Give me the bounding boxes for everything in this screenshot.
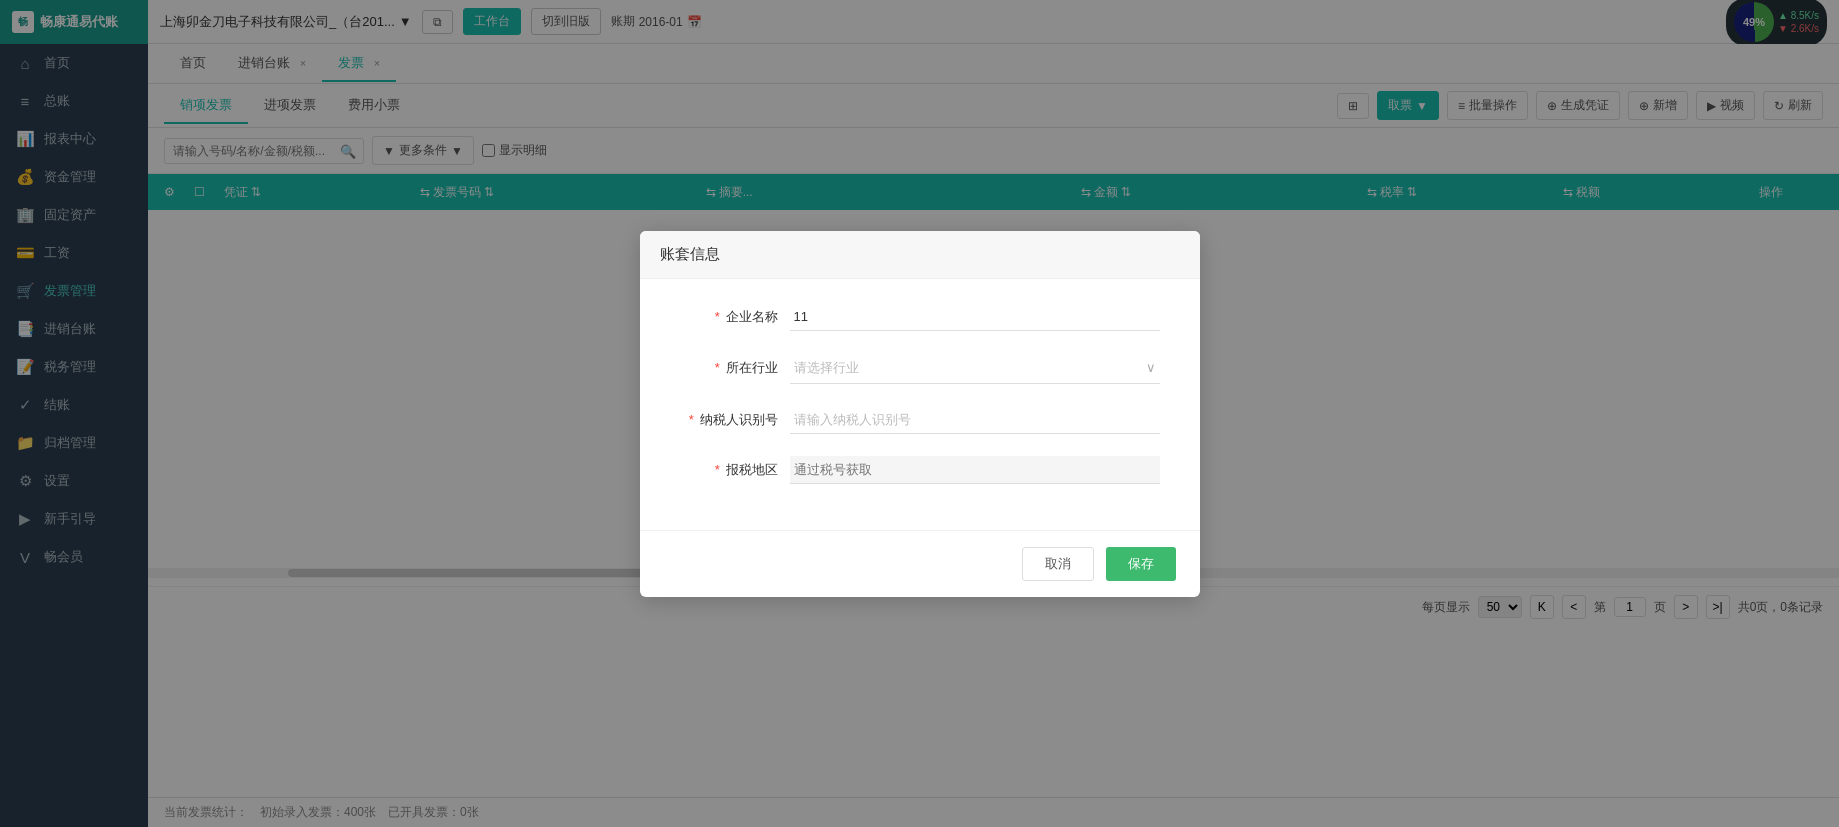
dialog: 账套信息 * 企业名称 * 所在行业 请选择行业 ∨ <box>640 231 1200 597</box>
tax-region-input <box>790 456 1160 484</box>
modal-overlay[interactable]: 账套信息 * 企业名称 * 所在行业 请选择行业 ∨ <box>0 0 1839 827</box>
industry-placeholder: 请选择行业 <box>794 359 1146 377</box>
dialog-footer: 取消 保存 <box>640 530 1200 597</box>
dialog-body: * 企业名称 * 所在行业 请选择行业 ∨ * <box>640 279 1200 530</box>
company-name-label: * 企业名称 <box>680 308 790 326</box>
dialog-title: 账套信息 <box>660 245 720 262</box>
industry-arrow-icon: ∨ <box>1146 360 1156 375</box>
taxid-label: * 纳税人识别号 <box>680 411 790 429</box>
save-button[interactable]: 保存 <box>1106 547 1176 581</box>
company-name-input[interactable] <box>790 303 1160 331</box>
form-row-company: * 企业名称 <box>680 303 1160 331</box>
dialog-header: 账套信息 <box>640 231 1200 279</box>
form-row-region: * 报税地区 <box>680 456 1160 484</box>
tax-id-input[interactable] <box>790 406 1160 434</box>
form-row-taxid: * 纳税人识别号 <box>680 406 1160 434</box>
cancel-button[interactable]: 取消 <box>1022 547 1094 581</box>
industry-label: * 所在行业 <box>680 359 790 377</box>
industry-select[interactable]: 请选择行业 ∨ <box>790 353 1160 384</box>
region-label: * 报税地区 <box>680 461 790 479</box>
form-row-industry: * 所在行业 请选择行业 ∨ <box>680 353 1160 384</box>
